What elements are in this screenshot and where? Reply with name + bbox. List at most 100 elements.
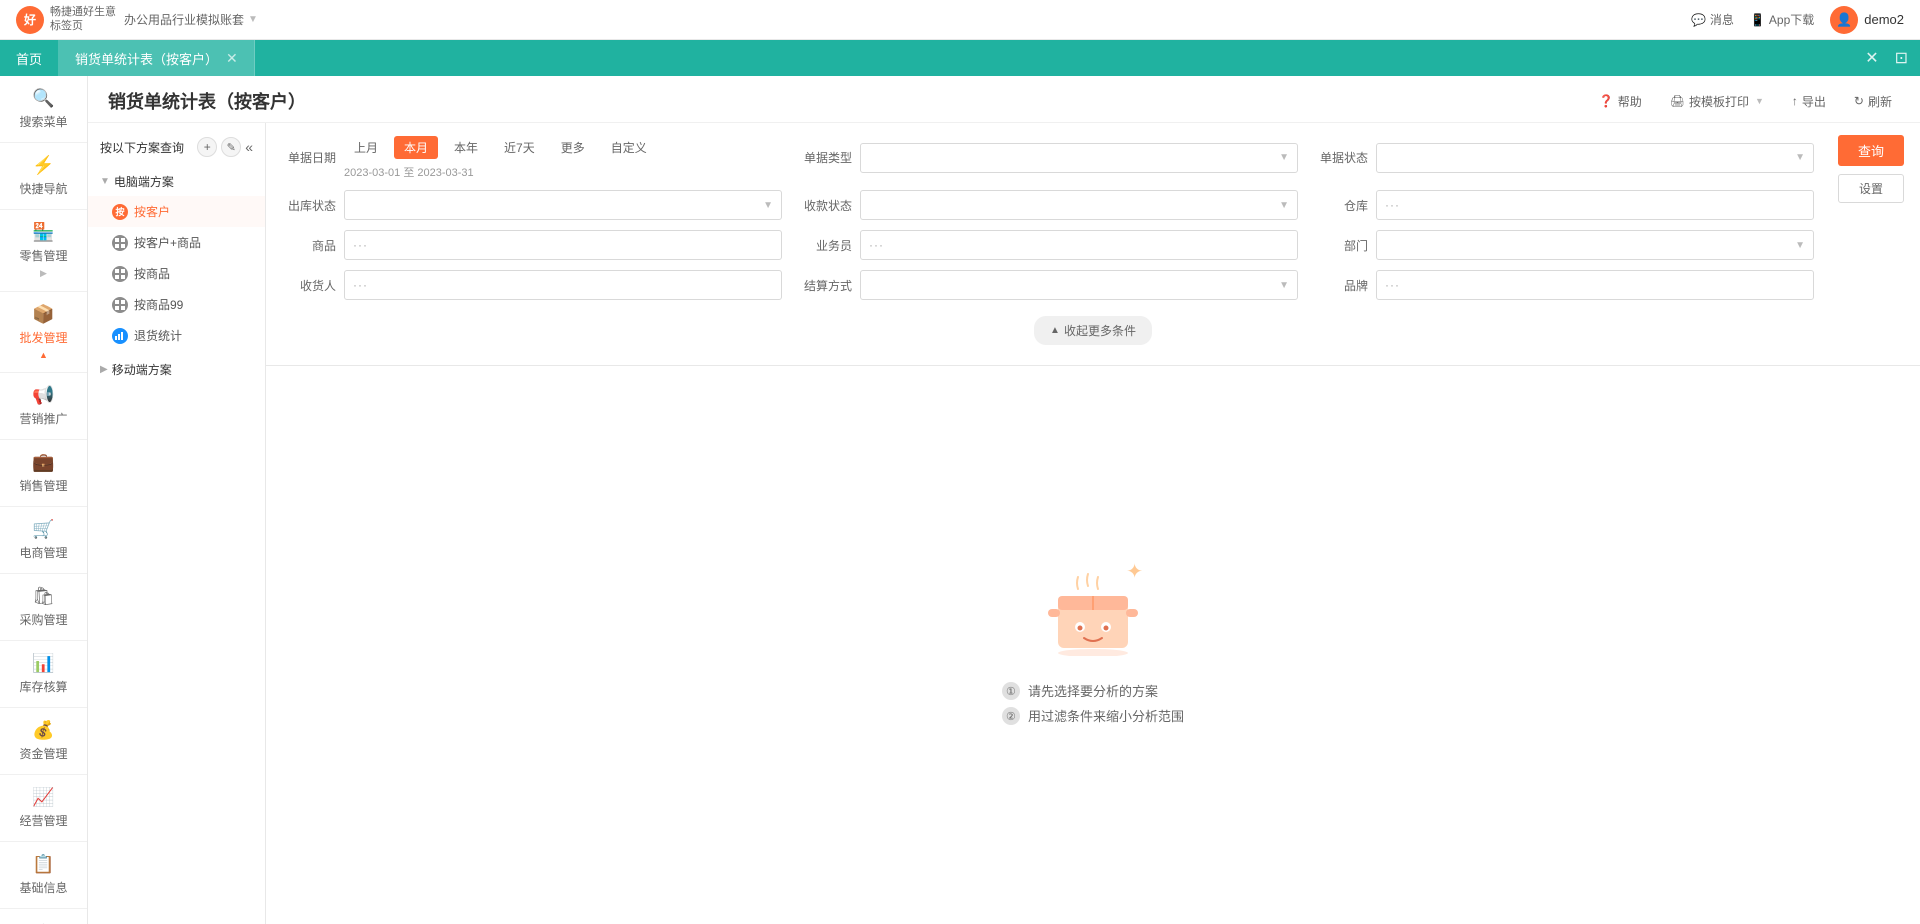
template-print-button[interactable]: 🖨 按模板打印 ▼ (1662, 89, 1772, 114)
breadcrumb: 办公用品行业模拟账套 ▼ (124, 11, 258, 28)
filter-status-control[interactable]: ▼ (1376, 143, 1814, 173)
sidebar-item-system[interactable]: ⚙ 系统管理 (0, 909, 87, 924)
scheme-add-button[interactable]: + (197, 137, 217, 157)
filter-collection-control[interactable]: ▼ (860, 190, 1298, 220)
filter-collection-label: 收款状态 (798, 197, 852, 214)
purchase-icon: 🛍 (32, 586, 55, 607)
filter-outstatus-label: 出库状态 (282, 197, 336, 214)
filter-brand-field: 品牌 ··· (1314, 270, 1814, 300)
shortcut-icon: ⚡ (32, 155, 54, 176)
scheme-item-by-goods[interactable]: 按商品 (88, 258, 265, 289)
logo-area: 好 畅捷通好生意 标签页 (16, 6, 116, 34)
tab-sales-stat[interactable]: 销货单统计表（按客户） ✕ (59, 40, 255, 76)
sidebar-item-marketing[interactable]: 📢 营销推广 (0, 373, 87, 440)
scheme-group-desktop-header[interactable]: ▼ 电脑端方案 (88, 167, 265, 196)
sidebar-operations-label: 经营管理 (19, 812, 67, 829)
date-tab-this-month[interactable]: 本月 (394, 136, 438, 159)
filter-row-3: 商品 ··· 业务员 ··· (282, 230, 1814, 260)
filter-collection-field: 收款状态 ▼ (798, 190, 1298, 220)
tab-close-icon[interactable]: ✕ (226, 50, 238, 67)
scheme-item-by-customer-goods[interactable]: 按客户+商品 (88, 227, 265, 258)
chevron-down-icon: ▼ (1279, 280, 1289, 291)
filter-receiver-control[interactable]: ··· (344, 270, 782, 300)
tab-restore-icon[interactable]: ⊡ (1891, 44, 1912, 72)
scheme-edit-button[interactable]: ✎ (221, 137, 241, 157)
sidebar-item-wholesale[interactable]: 📦 批发管理 ▲ (0, 292, 87, 373)
help-icon: ❓ (1599, 94, 1614, 108)
refresh-icon: ↻ (1854, 94, 1864, 108)
filter-brand-dots: ··· (1385, 278, 1400, 292)
sidebar-shortcuts-label: 快捷导航 (19, 180, 67, 197)
filter-settlement-control[interactable]: ▼ (860, 270, 1298, 300)
export-button[interactable]: ↑ 导出 (1784, 89, 1834, 114)
filter-brand-control[interactable]: ··· (1376, 270, 1814, 300)
sidebar-finance-label: 资金管理 (19, 745, 67, 762)
filter-dept-control[interactable]: ▼ (1376, 230, 1814, 260)
query-button[interactable]: 查询 (1838, 135, 1904, 166)
download-icon: 📱 (1750, 13, 1765, 27)
filter-warehouse-label: 仓库 (1314, 197, 1368, 214)
help-button[interactable]: ❓ 帮助 (1591, 89, 1650, 114)
tab-home[interactable]: 首页 (0, 40, 59, 76)
filter-settlement-label: 结算方式 (798, 277, 852, 294)
app-download-button[interactable]: 📱 App下载 (1750, 11, 1814, 28)
refresh-button[interactable]: ↻ 刷新 (1846, 89, 1900, 114)
scheme-panel-title: 按以下方案查询 (100, 139, 184, 156)
tab-close-all-icon[interactable]: ✕ (1861, 44, 1882, 72)
filter-salesperson-control[interactable]: ··· (860, 230, 1298, 260)
header-right: 💬 消息 📱 App下载 👤 demo2 (1691, 6, 1904, 34)
date-tab-last-month[interactable]: 上月 (344, 135, 388, 160)
sidebar-item-shortcuts[interactable]: ⚡ 快捷导航 (0, 143, 87, 210)
sidebar-item-finance[interactable]: 💰 资金管理 (0, 708, 87, 775)
scheme-customer-goods-label: 按客户+商品 (134, 234, 201, 251)
wholesale-icon: 📦 (32, 304, 54, 325)
tab-bar: 首页 销货单统计表（按客户） ✕ ✕ ⊡ (0, 40, 1920, 76)
date-tab-more[interactable]: 更多 (551, 135, 595, 160)
filter-type-label: 单据类型 (798, 149, 852, 166)
scheme-item-by-customer[interactable]: 按 按客户 (88, 196, 265, 227)
sidebar-ecommerce-label: 电商管理 (19, 544, 67, 561)
scheme-group-mobile-header[interactable]: ▶ 移动端方案 (88, 355, 265, 384)
filter-goods-control[interactable]: ··· (344, 230, 782, 260)
sidebar-item-basic[interactable]: 📋 基础信息 (0, 842, 87, 909)
sidebar-item-sales[interactable]: 💼 销售管理 (0, 440, 87, 507)
date-tab-this-year[interactable]: 本年 (444, 135, 488, 160)
export-icon: ↑ (1792, 94, 1798, 108)
date-tab-7days[interactable]: 近7天 (494, 135, 545, 160)
sidebar-item-ecommerce[interactable]: 🛒 电商管理 (0, 507, 87, 574)
sidebar-item-operations[interactable]: 📈 经营管理 (0, 775, 87, 842)
avatar: 👤 (1830, 6, 1858, 34)
filter-settlement-field: 结算方式 ▼ (798, 270, 1298, 300)
filter-salesperson-field: 业务员 ··· (798, 230, 1298, 260)
chevron-up-icon: ▲ (1050, 325, 1060, 336)
sidebar-item-search[interactable]: 🔍 搜索菜单 (0, 76, 87, 143)
scheme-item-return-stat[interactable]: 退货统计 (88, 320, 265, 351)
filter-type-control[interactable]: ▼ (860, 143, 1298, 173)
filter-outstatus-control[interactable]: ▼ (344, 190, 782, 220)
operations-icon: 📈 (32, 787, 54, 808)
collapse-button[interactable]: ▲ 收起更多条件 (1034, 316, 1152, 345)
retail-icon: 🏪 (32, 222, 54, 243)
message-button[interactable]: 💬 消息 (1691, 11, 1734, 28)
sidebar-sales-label: 销售管理 (19, 477, 67, 494)
scheme-collapse-button[interactable]: « (245, 139, 253, 155)
filter-dept-label: 部门 (1314, 237, 1368, 254)
chevron-down-icon: ▼ (1755, 96, 1764, 106)
settings-button[interactable]: 设置 (1838, 174, 1904, 203)
empty-tip-1: ① 请先选择要分析的方案 (1002, 681, 1184, 700)
scheme-goods-label: 按商品 (134, 265, 170, 282)
user-area[interactable]: 👤 demo2 (1830, 6, 1904, 34)
filter-warehouse-control[interactable]: ··· (1376, 190, 1814, 220)
filter-row-2: 出库状态 ▼ 收款状态 (282, 190, 1814, 220)
chevron-down-icon: ▼ (100, 176, 110, 187)
home-tab-label: 首页 (16, 49, 42, 68)
logo-icon: 好 (16, 6, 44, 34)
chevron-right-icon: ▶ (40, 268, 47, 279)
sidebar-item-purchase[interactable]: 🛍 采购管理 (0, 574, 87, 641)
data-area: ✦ (266, 366, 1920, 924)
sidebar-item-retail[interactable]: 🏪 零售管理 ▶ (0, 210, 87, 292)
filter-main-row: 单据日期 上月 本月 本年 近7天 更多 自定义 (282, 135, 1904, 300)
scheme-item-by-goods99[interactable]: 按商品99 (88, 289, 265, 320)
date-tab-custom[interactable]: 自定义 (601, 135, 657, 160)
sidebar-item-inventory[interactable]: 📊 库存核算 (0, 641, 87, 708)
